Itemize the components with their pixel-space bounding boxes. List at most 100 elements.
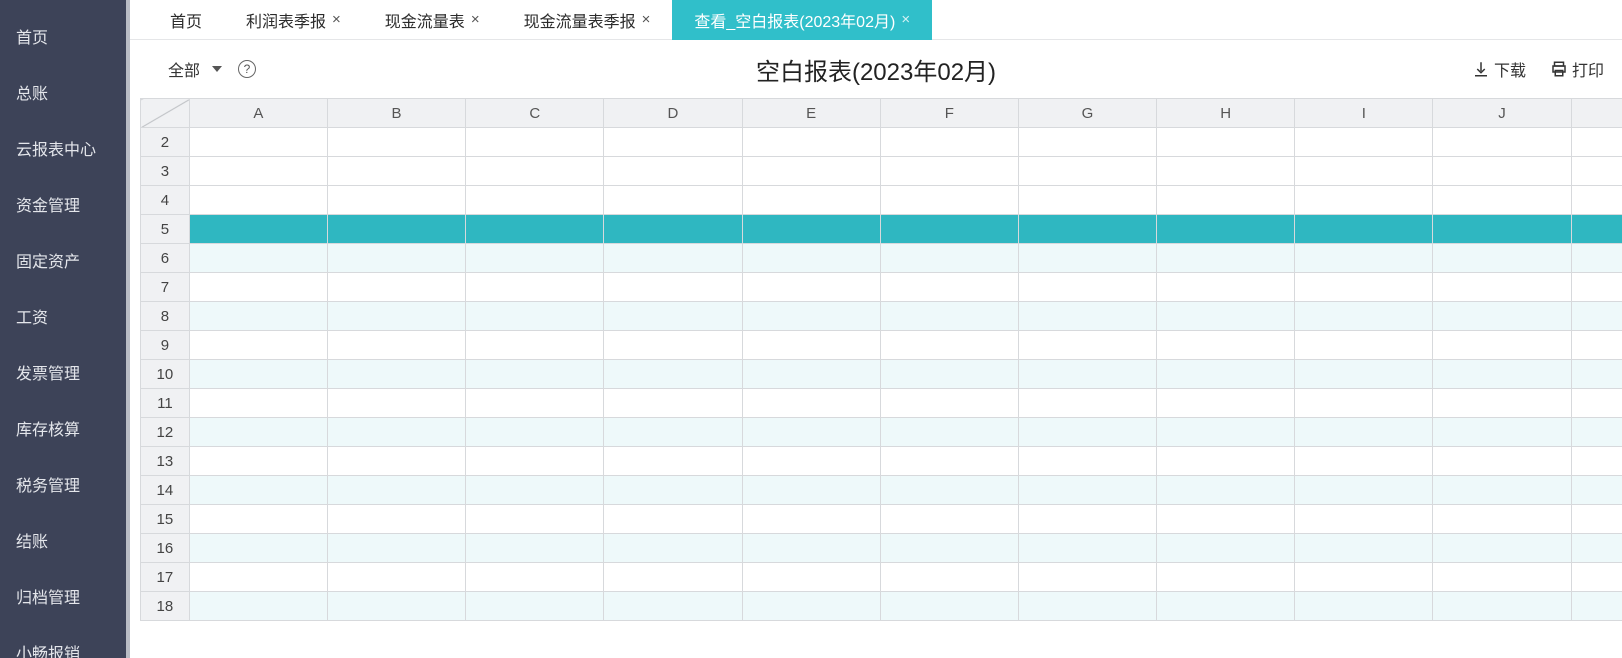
column-header[interactable]: F: [880, 99, 1018, 128]
cell[interactable]: [1433, 476, 1571, 505]
cell[interactable]: [604, 331, 742, 360]
tab-cashflow[interactable]: 现金流量表 ×: [363, 0, 502, 40]
cell[interactable]: [327, 447, 465, 476]
cell[interactable]: [189, 592, 327, 621]
cell[interactable]: [189, 476, 327, 505]
cell[interactable]: [1433, 157, 1571, 186]
cell[interactable]: [466, 563, 604, 592]
row-header[interactable]: 7: [141, 273, 190, 302]
cell[interactable]: [189, 215, 327, 244]
tab-home[interactable]: 首页: [148, 0, 224, 40]
cell[interactable]: [466, 186, 604, 215]
cell[interactable]: [1295, 534, 1433, 563]
cell[interactable]: [1295, 302, 1433, 331]
cell[interactable]: [1157, 157, 1295, 186]
sidebar-item-tax[interactable]: 税务管理: [0, 456, 126, 512]
sidebar-item-home[interactable]: 首页: [0, 8, 126, 64]
cell[interactable]: [1018, 186, 1156, 215]
cell[interactable]: [1018, 331, 1156, 360]
cell[interactable]: [1433, 128, 1571, 157]
cell[interactable]: [189, 244, 327, 273]
cell[interactable]: [1571, 505, 1622, 534]
cell[interactable]: [742, 476, 880, 505]
cell[interactable]: [1157, 128, 1295, 157]
cell[interactable]: [1295, 447, 1433, 476]
cell[interactable]: [466, 505, 604, 534]
cell[interactable]: [1018, 302, 1156, 331]
cell[interactable]: [604, 476, 742, 505]
cell[interactable]: [189, 186, 327, 215]
row-header[interactable]: 15: [141, 505, 190, 534]
cell[interactable]: [327, 389, 465, 418]
tab-view-blank-report[interactable]: 查看_空白报表(2023年02月) ×: [672, 0, 932, 40]
cell[interactable]: [604, 389, 742, 418]
cell[interactable]: [1571, 360, 1622, 389]
cell[interactable]: [880, 418, 1018, 447]
cell[interactable]: [880, 534, 1018, 563]
sidebar-item-reports[interactable]: 云报表中心: [0, 120, 126, 176]
column-header[interactable]: A: [189, 99, 327, 128]
column-header[interactable]: D: [604, 99, 742, 128]
cell[interactable]: [742, 360, 880, 389]
cell[interactable]: [880, 447, 1018, 476]
cell[interactable]: [327, 186, 465, 215]
column-header[interactable]: K: [1571, 99, 1622, 128]
cell[interactable]: [604, 273, 742, 302]
close-icon[interactable]: ×: [642, 11, 651, 28]
cell[interactable]: [327, 302, 465, 331]
tab-profit-quarterly[interactable]: 利润表季报 ×: [224, 0, 363, 40]
filter-dropdown[interactable]: 全部 ?: [168, 57, 256, 81]
cell[interactable]: [1157, 592, 1295, 621]
cell[interactable]: [1433, 505, 1571, 534]
cell[interactable]: [1018, 360, 1156, 389]
cell[interactable]: [1295, 331, 1433, 360]
cell[interactable]: [880, 563, 1018, 592]
cell[interactable]: [466, 447, 604, 476]
cell[interactable]: [880, 389, 1018, 418]
cell[interactable]: [1018, 534, 1156, 563]
cell[interactable]: [1433, 360, 1571, 389]
cell[interactable]: [466, 128, 604, 157]
cell[interactable]: [604, 128, 742, 157]
cell[interactable]: [604, 186, 742, 215]
cell[interactable]: [466, 389, 604, 418]
cell[interactable]: [880, 592, 1018, 621]
cell[interactable]: [604, 534, 742, 563]
cell[interactable]: [742, 186, 880, 215]
cell[interactable]: [466, 302, 604, 331]
column-header[interactable]: C: [466, 99, 604, 128]
cell[interactable]: [742, 157, 880, 186]
cell[interactable]: [1571, 273, 1622, 302]
cell[interactable]: [1157, 186, 1295, 215]
close-icon[interactable]: ×: [901, 11, 910, 28]
cell[interactable]: [1571, 563, 1622, 592]
cell[interactable]: [1433, 302, 1571, 331]
cell[interactable]: [1433, 186, 1571, 215]
cell[interactable]: [327, 157, 465, 186]
cell[interactable]: [327, 215, 465, 244]
cell[interactable]: [1157, 244, 1295, 273]
cell[interactable]: [880, 273, 1018, 302]
cell[interactable]: [189, 360, 327, 389]
cell[interactable]: [327, 331, 465, 360]
cell[interactable]: [327, 418, 465, 447]
cell[interactable]: [327, 505, 465, 534]
cell[interactable]: [1157, 447, 1295, 476]
row-header[interactable]: 3: [141, 157, 190, 186]
cell[interactable]: [1018, 563, 1156, 592]
cell[interactable]: [1571, 215, 1622, 244]
cell[interactable]: [742, 592, 880, 621]
cell[interactable]: [880, 244, 1018, 273]
cell[interactable]: [1295, 505, 1433, 534]
cell[interactable]: [1295, 273, 1433, 302]
cell[interactable]: [1295, 418, 1433, 447]
cell[interactable]: [466, 534, 604, 563]
sidebar-item-ledger[interactable]: 总账: [0, 64, 126, 120]
cell[interactable]: [1295, 563, 1433, 592]
row-header[interactable]: 14: [141, 476, 190, 505]
cell[interactable]: [1433, 244, 1571, 273]
cell[interactable]: [604, 447, 742, 476]
cell[interactable]: [1157, 476, 1295, 505]
column-header[interactable]: G: [1018, 99, 1156, 128]
row-header[interactable]: 13: [141, 447, 190, 476]
